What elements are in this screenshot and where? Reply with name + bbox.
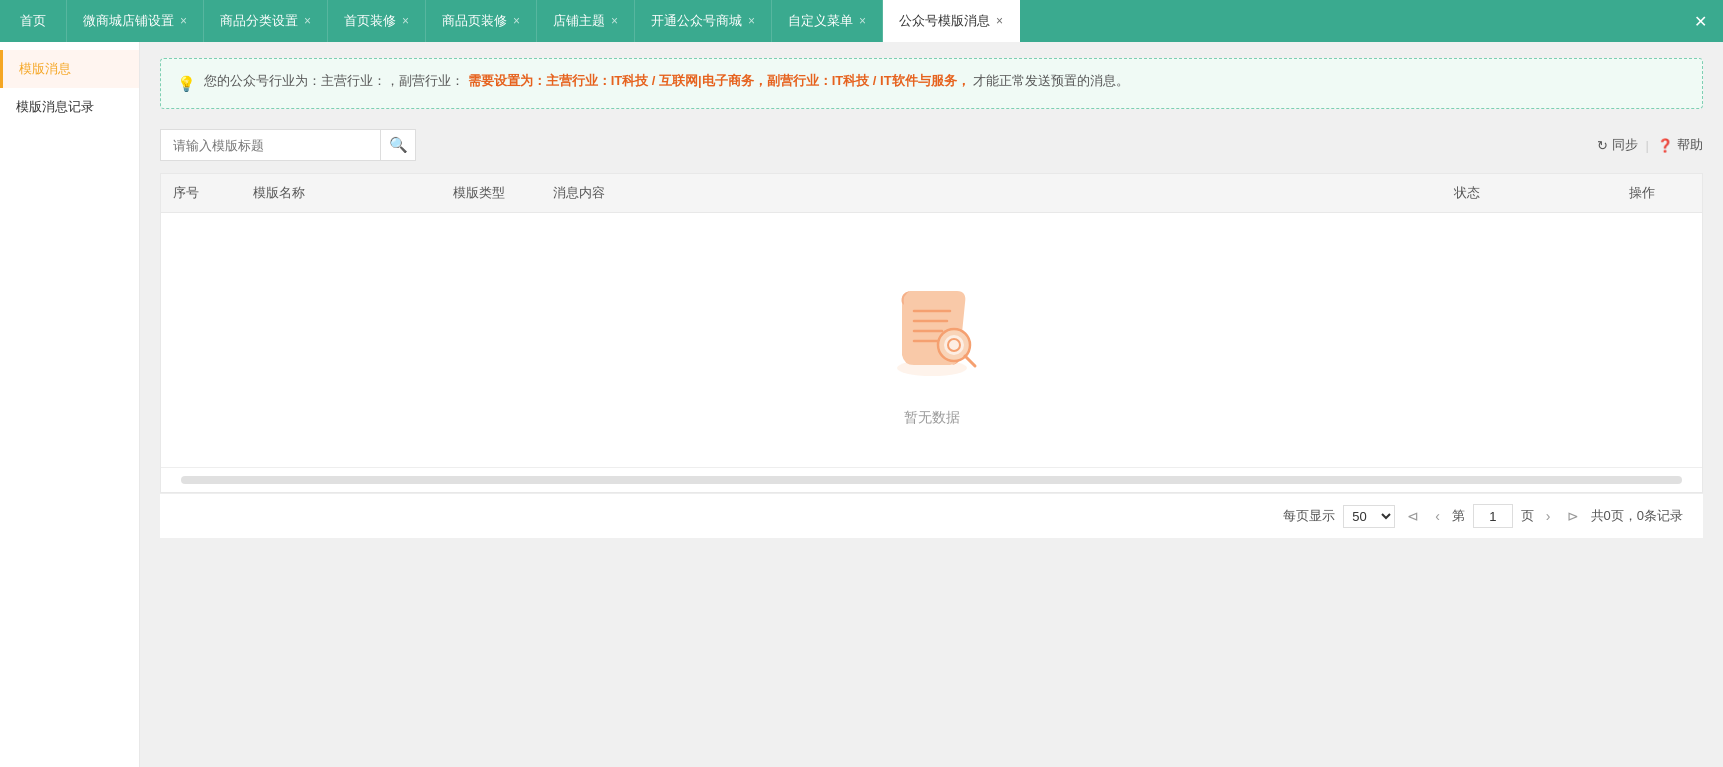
- tab-bar-close-all[interactable]: ✕: [1678, 12, 1723, 31]
- sync-button[interactable]: ↻ 同步: [1597, 136, 1638, 154]
- col-header-status: 状态: [1442, 174, 1582, 212]
- sync-label: 同步: [1612, 136, 1638, 154]
- notice-box: 💡 您的公众号行业为：主营行业：，副营行业： 需要设置为：主营行业：IT科技 /…: [160, 58, 1703, 109]
- page-size-label: 每页显示: [1283, 507, 1335, 525]
- tab-mall-label: 开通公众号商城: [651, 12, 742, 30]
- sidebar-item-template-record-label: 模版消息记录: [16, 99, 94, 114]
- col-header-type: 模版类型: [441, 174, 541, 212]
- tab-menu-label: 自定义菜单: [788, 12, 853, 30]
- tab-weishop[interactable]: 微商城店铺设置 ×: [67, 0, 204, 42]
- page-first-button[interactable]: ⊲: [1403, 508, 1423, 524]
- tab-theme-label: 店铺主题: [553, 12, 605, 30]
- data-table: 序号 模版名称 模版类型 消息内容 状态 操作: [160, 173, 1703, 493]
- tab-mall-close[interactable]: ×: [748, 14, 755, 28]
- sync-icon: ↻: [1597, 138, 1608, 153]
- help-label: 帮助: [1677, 136, 1703, 154]
- toolbar-divider: |: [1646, 138, 1649, 153]
- help-icon: ❓: [1657, 138, 1673, 153]
- tab-category[interactable]: 商品分类设置 ×: [204, 0, 328, 42]
- search-icon: 🔍: [389, 136, 408, 154]
- tab-product-label: 商品页装修: [442, 12, 507, 30]
- page-number-input[interactable]: 1: [1473, 504, 1513, 528]
- notice-suffix: 才能正常发送预置的消息。: [973, 73, 1129, 88]
- col-header-content: 消息内容: [541, 174, 1442, 212]
- pagination: 每页显示 50 20 100 ⊲ ‹ 第 1 页 › ⊳ 共0页，0条记录: [160, 493, 1703, 538]
- page-unit: 页: [1521, 507, 1534, 525]
- page-total-text: 共0页，0条记录: [1591, 507, 1683, 525]
- svg-line-7: [965, 356, 975, 366]
- sidebar: 模版消息 模版消息记录: [0, 42, 140, 767]
- tab-homepage-close[interactable]: ×: [402, 14, 409, 28]
- tab-menu-close[interactable]: ×: [859, 14, 866, 28]
- tab-weishop-label: 微商城店铺设置: [83, 12, 174, 30]
- search-input[interactable]: [160, 129, 380, 161]
- page-last-button[interactable]: ⊳: [1563, 508, 1583, 524]
- search-left: 🔍: [160, 129, 416, 161]
- tab-home-label: 首页: [20, 12, 46, 30]
- content-area: 💡 您的公众号行业为：主营行业：，副营行业： 需要设置为：主营行业：IT科技 /…: [140, 42, 1723, 767]
- tab-template[interactable]: 公众号模版消息 ×: [883, 0, 1020, 42]
- horizontal-scrollbar[interactable]: [181, 476, 1682, 484]
- empty-illustration: [872, 273, 992, 393]
- tab-home[interactable]: 首页: [0, 0, 67, 42]
- tab-homepage-label: 首页装修: [344, 12, 396, 30]
- help-button[interactable]: ❓ 帮助: [1657, 136, 1703, 154]
- tab-mall[interactable]: 开通公众号商城 ×: [635, 0, 772, 42]
- main-layout: 模版消息 模版消息记录 💡 您的公众号行业为：主营行业：，副营行业： 需要设置为…: [0, 42, 1723, 767]
- sidebar-item-template-record[interactable]: 模版消息记录: [0, 88, 139, 126]
- page-prev-button[interactable]: ‹: [1431, 508, 1444, 524]
- tab-theme-close[interactable]: ×: [611, 14, 618, 28]
- tab-theme[interactable]: 店铺主题 ×: [537, 0, 635, 42]
- sidebar-item-template-msg-label: 模版消息: [19, 61, 71, 76]
- tab-menu[interactable]: 自定义菜单 ×: [772, 0, 883, 42]
- horizontal-scrollbar-area: [161, 467, 1702, 492]
- page-next-button[interactable]: ›: [1542, 508, 1555, 524]
- tab-product-close[interactable]: ×: [513, 14, 520, 28]
- col-header-name: 模版名称: [241, 174, 441, 212]
- tab-homepage[interactable]: 首页装修 ×: [328, 0, 426, 42]
- tab-product[interactable]: 商品页装修 ×: [426, 0, 537, 42]
- notice-highlight: 需要设置为：主营行业：IT科技 / 互联网|电子商务，副营行业：IT科技 / I…: [468, 73, 970, 88]
- tab-weishop-close[interactable]: ×: [180, 14, 187, 28]
- empty-state: 暂无数据: [161, 213, 1702, 467]
- page-size-select[interactable]: 50 20 100: [1343, 505, 1395, 528]
- tab-template-close[interactable]: ×: [996, 14, 1003, 28]
- col-header-action: 操作: [1582, 174, 1702, 212]
- empty-text: 暂无数据: [904, 409, 960, 427]
- search-button[interactable]: 🔍: [380, 129, 416, 161]
- col-header-seq: 序号: [161, 174, 241, 212]
- tab-category-close[interactable]: ×: [304, 14, 311, 28]
- search-right: ↻ 同步 | ❓ 帮助: [1597, 136, 1703, 154]
- page-word: 第: [1452, 507, 1465, 525]
- notice-icon: 💡: [177, 72, 196, 96]
- notice-prefix: 您的公众号行业为：主营行业：，副营行业：: [204, 73, 464, 88]
- tab-bar: 首页 微商城店铺设置 × 商品分类设置 × 首页装修 × 商品页装修 × 店铺主…: [0, 0, 1723, 42]
- tab-category-label: 商品分类设置: [220, 12, 298, 30]
- search-bar: 🔍 ↻ 同步 | ❓ 帮助: [160, 129, 1703, 161]
- table-header: 序号 模版名称 模版类型 消息内容 状态 操作: [161, 174, 1702, 213]
- sidebar-item-template-msg[interactable]: 模版消息: [0, 50, 139, 88]
- tab-template-label: 公众号模版消息: [899, 12, 990, 30]
- notice-text: 您的公众号行业为：主营行业：，副营行业： 需要设置为：主营行业：IT科技 / 互…: [204, 71, 1129, 92]
